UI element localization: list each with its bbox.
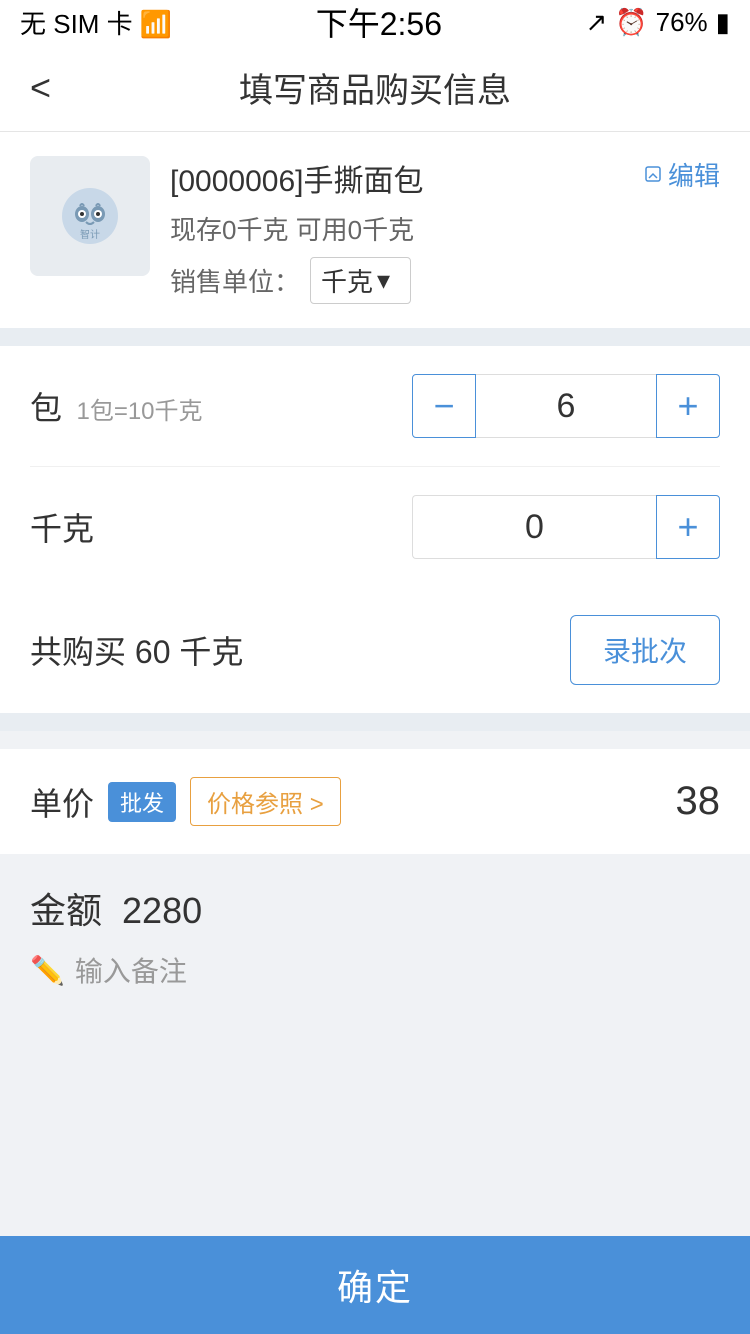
product-unit: 销售单位： 千克 ▾ [170, 257, 720, 304]
amount-value: 2280 [122, 890, 202, 931]
kg-input-row: 千克 0 + [30, 467, 720, 587]
location-icon: ↗ [585, 7, 607, 38]
kg-stepper: 0 + [412, 495, 720, 559]
price-section: 单价 批发 价格参照 > 38 [0, 749, 750, 854]
input-section: 包 1包=10千克 − 6 + 千克 0 + [0, 346, 750, 587]
amount-label: 金额 [30, 890, 102, 931]
pencil-icon: ✏️ [30, 954, 65, 987]
product-section: 智计 [0000006]手撕面包 编辑 现存0千克 可用0千克 销售单位： 千克 [0, 132, 750, 328]
back-button[interactable]: < [30, 67, 51, 109]
section-separator-1 [0, 328, 750, 346]
note-placeholder: 输入备注 [75, 950, 187, 990]
price-label-area: 单价 批发 价格参照 > [30, 777, 341, 826]
page-title: 填写商品购买信息 [239, 63, 511, 112]
price-value: 38 [676, 779, 721, 824]
chevron-down-icon: ▾ [377, 265, 390, 296]
total-text: 共购买 60 千克 [30, 627, 243, 673]
status-icons: ↗ ⏰ 76% ▮ [585, 7, 730, 38]
bao-input[interactable]: 6 [476, 374, 656, 438]
price-label: 单价 [30, 779, 94, 825]
product-name: [0000006]手撕面包 [170, 156, 423, 200]
status-carrier: 无 SIM 卡 📶 [20, 4, 172, 41]
edit-icon [644, 165, 664, 185]
kg-input[interactable]: 0 [412, 495, 656, 559]
bao-minus-button[interactable]: − [412, 374, 476, 438]
status-bar: 无 SIM 卡 📶 下午2:56 ↗ ⏰ 76% ▮ [0, 0, 750, 44]
section-separator-2 [0, 713, 750, 731]
product-image: 智计 [30, 156, 150, 276]
svg-text:智计: 智计 [80, 228, 100, 241]
product-header: [0000006]手撕面包 编辑 [170, 156, 720, 200]
nav-bar: < 填写商品购买信息 [0, 44, 750, 132]
product-stock: 现存0千克 可用0千克 [170, 210, 720, 247]
price-ref-button[interactable]: 价格参照 > [190, 777, 341, 826]
bao-input-row: 包 1包=10千克 − 6 + [30, 346, 720, 467]
amount-row: 金额 2280 [30, 882, 720, 934]
edit-link[interactable]: 编辑 [644, 156, 720, 193]
product-logo-icon: 智计 [60, 186, 120, 246]
unit-selector[interactable]: 千克 ▾ [310, 257, 411, 304]
kg-label: 千克 [30, 504, 94, 550]
battery-icon: ▮ [716, 7, 730, 38]
confirm-button[interactable]: 确定 [0, 1236, 750, 1334]
bao-label: 包 1包=10千克 [30, 383, 203, 429]
kg-plus-button[interactable]: + [656, 495, 720, 559]
bao-stepper: − 6 + [412, 374, 720, 438]
note-row[interactable]: ✏️ 输入备注 [30, 950, 720, 990]
alarm-icon: ⏰ [615, 7, 647, 38]
amount-section: 金额 2280 ✏️ 输入备注 [0, 854, 750, 1006]
product-info: [0000006]手撕面包 编辑 现存0千克 可用0千克 销售单位： 千克 ▾ [170, 156, 720, 304]
bao-plus-button[interactable]: + [656, 374, 720, 438]
battery-text: 76% [656, 7, 708, 38]
status-time: 下午2:56 [316, 0, 442, 45]
price-badge: 批发 [108, 782, 176, 822]
total-section: 共购买 60 千克 录批次 [0, 587, 750, 713]
batch-button[interactable]: 录批次 [570, 615, 720, 685]
